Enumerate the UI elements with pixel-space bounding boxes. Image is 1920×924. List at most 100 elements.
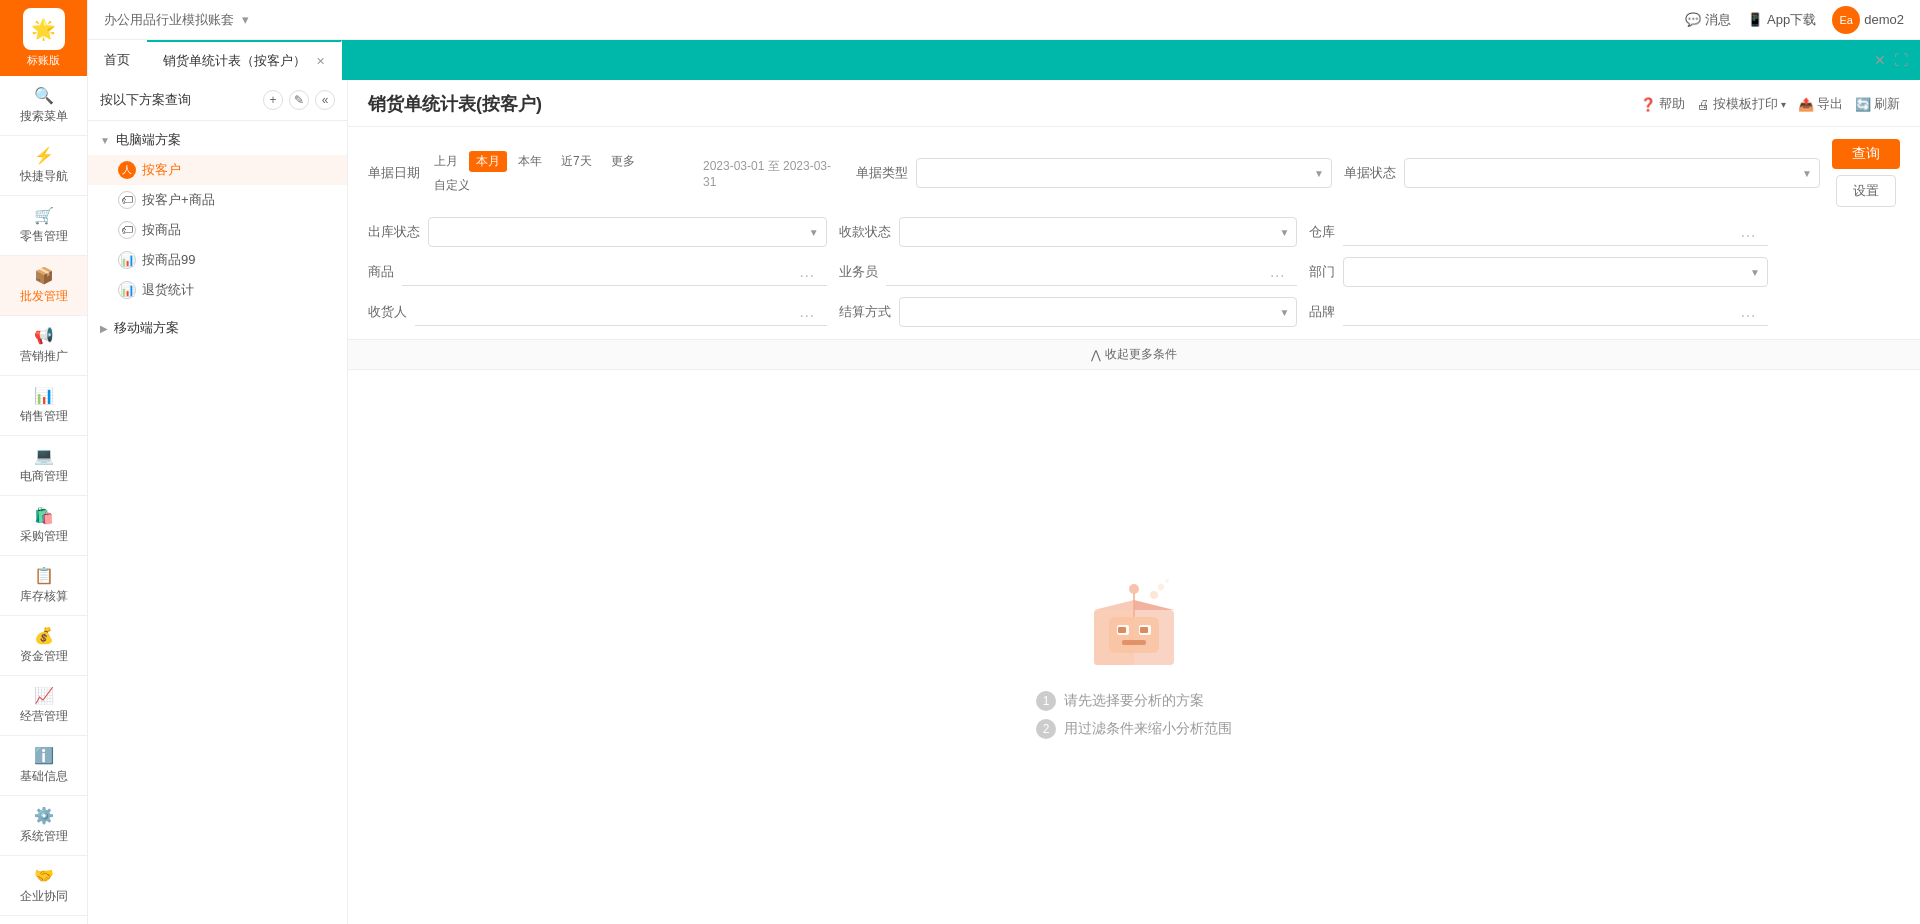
sidebar-item-coop[interactable]: 🤝 企业协同: [0, 856, 87, 916]
scheme-panel-actions: + ✎ «: [263, 90, 335, 110]
print-dropdown-icon: ▾: [1781, 99, 1786, 110]
scheme-item-by-customer[interactable]: 人 按客户: [88, 155, 347, 185]
sidebar-item-retail[interactable]: 🛒 零售管理: [0, 196, 87, 256]
goods-more-button[interactable]: …: [791, 263, 823, 281]
content-panel: 销货单统计表(按客户) ❓ 帮助 🖨 按模板打印 ▾ 📤: [348, 80, 1920, 924]
scheme-item-customer-product-label: 按客户+商品: [142, 191, 215, 209]
tab-home[interactable]: 首页: [88, 40, 147, 80]
svg-marker-1: [1094, 600, 1134, 610]
doc-status-label: 单据状态: [1344, 164, 1396, 182]
scheme-group-desktop-header[interactable]: ▼ 电脑端方案: [88, 125, 347, 155]
scheme-item-returns[interactable]: 📊 退货统计: [88, 275, 347, 305]
doc-status-select[interactable]: [1404, 158, 1820, 188]
sidebar-item-sales[interactable]: 📊 销售管理: [0, 376, 87, 436]
export-link[interactable]: 📤 导出: [1798, 95, 1843, 113]
help-link[interactable]: ❓ 帮助: [1640, 95, 1685, 113]
date-options: 上月 本月 本年 近7天 更多 自定义: [426, 151, 697, 196]
sidebar-item-system[interactable]: ⚙️ 系统管理: [0, 796, 87, 856]
brand-more-button[interactable]: …: [1732, 303, 1764, 321]
sidebar-item-shortcut[interactable]: ⚡ 快捷导航: [0, 136, 87, 196]
svg-point-12: [1150, 591, 1158, 599]
settlement-group: 结算方式: [839, 297, 1298, 327]
sidebar-item-basic[interactable]: ℹ️ 基础信息: [0, 736, 87, 796]
content-header: 销货单统计表(按客户) ❓ 帮助 🖨 按模板打印 ▾ 📤: [348, 80, 1920, 127]
sidebar-item-finance[interactable]: 💰 资金管理: [0, 616, 87, 676]
user-profile[interactable]: Ea demo2: [1832, 6, 1904, 34]
sidebar-item-wholesale[interactable]: 📦 批发管理: [0, 256, 87, 316]
top-header: 办公用品行业模拟账套 ▾ 💬 消息 📱 App下载 Ea demo2: [88, 0, 1920, 40]
close-window-icon[interactable]: ✕: [1874, 52, 1886, 68]
sidebar-item-search[interactable]: 🔍 搜索菜单: [0, 76, 87, 136]
scheme-item-by-customer-label: 按客户: [142, 161, 181, 179]
salesperson-more-button[interactable]: …: [1261, 263, 1293, 281]
scheme-item-returns-label: 退货统计: [142, 281, 194, 299]
mobile-group-expand-icon: ▶: [100, 323, 108, 334]
salesperson-group: 业务员 …: [839, 259, 1298, 286]
edit-scheme-button[interactable]: ✎: [289, 90, 309, 110]
svg-rect-7: [1118, 627, 1126, 633]
print-link[interactable]: 🖨 按模板打印 ▾: [1697, 95, 1786, 113]
title-action-row: 销货单统计表(按客户) ❓ 帮助 🖨 按模板打印 ▾ 📤: [368, 92, 1900, 116]
sidebar-item-purchase[interactable]: 🛍️ 采购管理: [0, 496, 87, 556]
sidebar-logo: 🌟 标账版: [0, 0, 87, 76]
message-button[interactable]: 💬 消息: [1685, 11, 1731, 29]
inventory-icon: 📋: [34, 566, 54, 585]
receipt-status-select[interactable]: [899, 217, 1298, 247]
svg-rect-8: [1140, 627, 1148, 633]
operation-icon: 📈: [34, 686, 54, 705]
sidebar-item-inventory[interactable]: 📋 库存核算: [0, 556, 87, 616]
sales-icon: 📊: [34, 386, 54, 405]
svg-point-13: [1158, 584, 1164, 590]
scheme-item-customer-product[interactable]: 🏷 按客户+商品: [88, 185, 347, 215]
header-right: 💬 消息 📱 App下载 Ea demo2: [1685, 6, 1904, 34]
date-btn-more[interactable]: 更多: [603, 151, 643, 172]
tab-close-icon[interactable]: ✕: [316, 55, 325, 68]
logo-icon: 🌟: [23, 8, 65, 50]
empty-hints: 1 请先选择要分析的方案 2 用过滤条件来缩小分析范围: [1036, 691, 1232, 739]
empty-hint-2: 2 用过滤条件来缩小分析范围: [1036, 719, 1232, 739]
logo-text: 标账版: [27, 53, 60, 68]
sidebar-item-ecommerce[interactable]: 💻 电商管理: [0, 436, 87, 496]
sidebar-item-operation[interactable]: 📈 经营管理: [0, 676, 87, 736]
query-button[interactable]: 查询: [1832, 139, 1900, 169]
scheme-item-by-product[interactable]: 🏷 按商品: [88, 215, 347, 245]
doc-status-group: 单据状态: [1344, 158, 1820, 188]
receiver-more-button[interactable]: …: [791, 303, 823, 321]
date-btn-last-month[interactable]: 上月: [426, 151, 466, 172]
date-btn-this-month[interactable]: 本月: [469, 151, 507, 172]
settings-button[interactable]: 设置: [1836, 175, 1896, 207]
maximize-window-icon[interactable]: ⛶: [1894, 52, 1908, 68]
scheme-group-mobile-header[interactable]: ▶ 移动端方案: [88, 313, 347, 343]
app-download-icon: 📱: [1747, 12, 1763, 27]
tab-sales-stat[interactable]: 销货单统计表（按客户） ✕: [147, 40, 342, 80]
collapse-icon: ⋀: [1091, 348, 1101, 362]
header-left: 办公用品行业模拟账套 ▾: [104, 11, 249, 29]
sidebar-item-newbie[interactable]: 🎯 新手引导: [0, 916, 87, 924]
collapse-scheme-button[interactable]: «: [315, 90, 335, 110]
app-download-label: App下载: [1767, 11, 1816, 29]
add-scheme-button[interactable]: +: [263, 90, 283, 110]
date-label: 单据日期: [368, 164, 420, 182]
home-tab-label: 首页: [104, 51, 130, 69]
receiver-group: 收货人 …: [368, 299, 827, 326]
hint-num-2: 2: [1036, 719, 1056, 739]
settlement-select[interactable]: [899, 297, 1298, 327]
date-btn-last7[interactable]: 近7天: [553, 151, 600, 172]
date-btn-custom[interactable]: 自定义: [426, 175, 478, 196]
out-status-select[interactable]: [428, 217, 827, 247]
warehouse-more-button[interactable]: …: [1732, 223, 1764, 241]
refresh-link[interactable]: 🔄 刷新: [1855, 95, 1900, 113]
sidebar-item-marketing[interactable]: 📢 营销推广: [0, 316, 87, 376]
hint-num-1: 1: [1036, 691, 1056, 711]
collapse-bar[interactable]: ⋀ 收起更多条件: [348, 340, 1920, 370]
doc-type-select[interactable]: [916, 158, 1332, 188]
main-area: 办公用品行业模拟账套 ▾ 💬 消息 📱 App下载 Ea demo2 首页: [88, 0, 1920, 924]
goods-group: 商品 …: [368, 259, 827, 286]
department-select[interactable]: [1343, 257, 1768, 287]
date-btn-this-year[interactable]: 本年: [510, 151, 550, 172]
scheme-item-by-product99[interactable]: 📊 按商品99: [88, 245, 347, 275]
sales-stat-tab-label: 销货单统计表（按客户）: [163, 52, 306, 70]
app-download-button[interactable]: 📱 App下载: [1747, 11, 1816, 29]
brand-label: 品牌: [1309, 303, 1335, 321]
scheme-group-mobile: ▶ 移动端方案: [88, 309, 347, 347]
